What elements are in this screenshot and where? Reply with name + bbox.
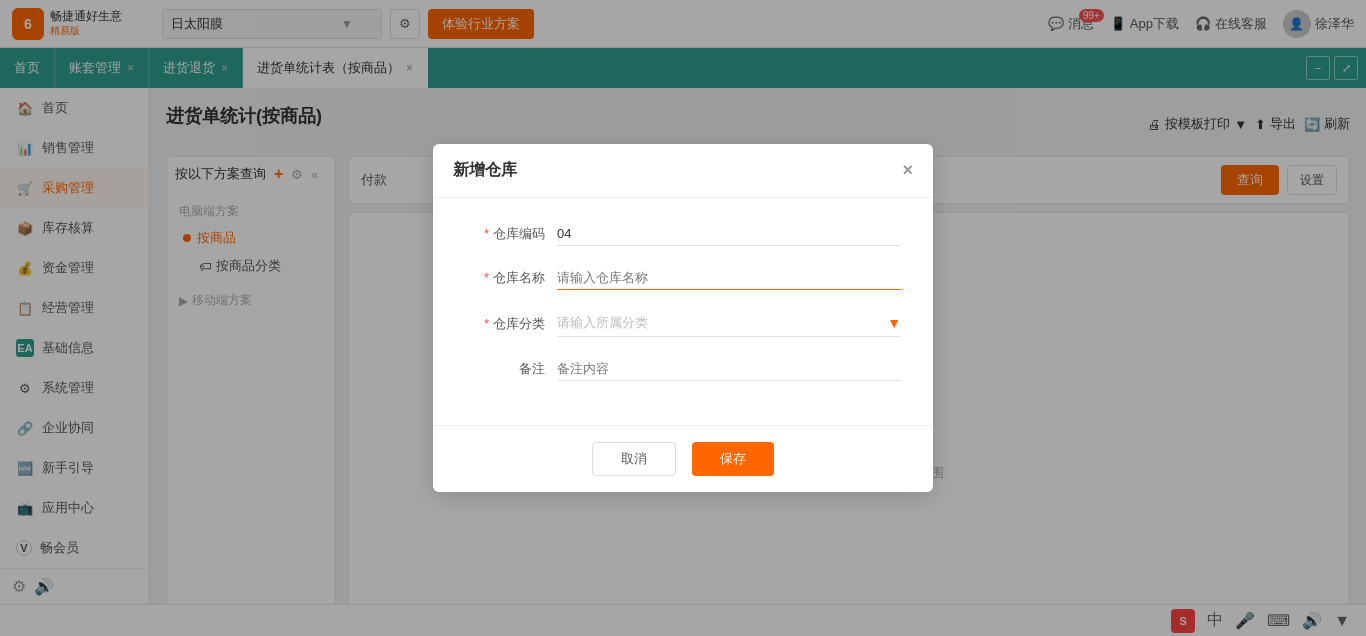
form-row-note: 备注 (465, 357, 901, 381)
modal-close-button[interactable]: × (902, 160, 913, 181)
form-row-category: *仓库分类 请输入所属分类 ▼ (465, 310, 901, 337)
form-row-name: *仓库名称 (465, 266, 901, 290)
required-mark-code: * (484, 226, 489, 241)
warehouse-code-input[interactable] (557, 222, 901, 246)
modal-header: 新增仓库 × (433, 144, 933, 198)
warehouse-category-select[interactable]: 请输入所属分类 ▼ (557, 310, 901, 337)
form-name-label: *仓库名称 (465, 269, 545, 287)
cancel-button[interactable]: 取消 (592, 442, 676, 476)
form-category-label: *仓库分类 (465, 315, 545, 333)
form-code-label: *仓库编码 (465, 225, 545, 243)
category-placeholder: 请输入所属分类 (557, 314, 648, 332)
save-button[interactable]: 保存 (692, 442, 774, 476)
modal-title: 新增仓库 (453, 160, 517, 181)
warehouse-name-input[interactable] (557, 266, 901, 290)
required-mark-name: * (484, 270, 489, 285)
form-row-code: *仓库编码 (465, 222, 901, 246)
category-dropdown-icon: ▼ (887, 315, 901, 331)
form-note-label: 备注 (465, 360, 545, 378)
modal-footer: 取消 保存 (433, 425, 933, 492)
required-mark-category: * (484, 316, 489, 331)
warehouse-note-input[interactable] (557, 357, 901, 381)
modal-overlay: 新增仓库 × *仓库编码 *仓库名称 *仓库分类 (0, 0, 1366, 636)
modal-body: *仓库编码 *仓库名称 *仓库分类 请输入所属分类 ▼ (433, 198, 933, 425)
new-warehouse-modal: 新增仓库 × *仓库编码 *仓库名称 *仓库分类 (433, 144, 933, 492)
